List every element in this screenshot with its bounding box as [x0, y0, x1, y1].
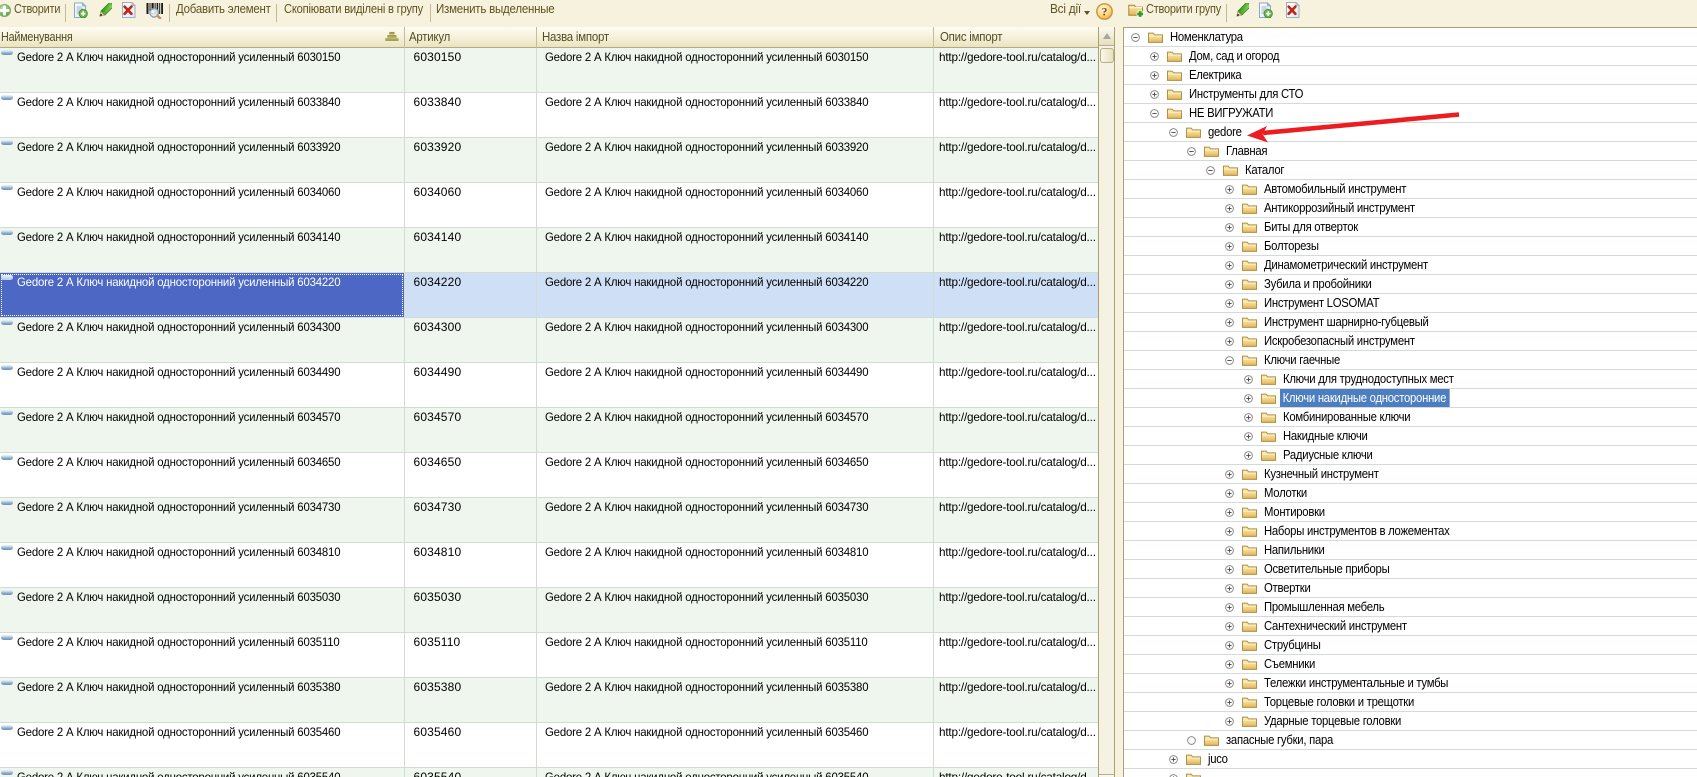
svg-text:?: ?: [1102, 6, 1108, 18]
